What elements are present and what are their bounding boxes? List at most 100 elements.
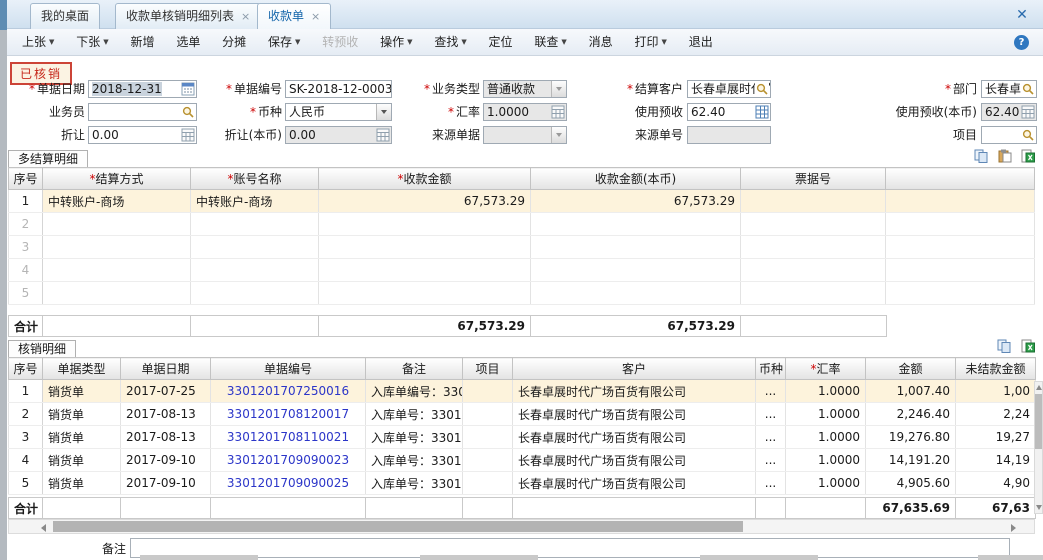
- discount-field[interactable]: 0.00: [88, 126, 197, 144]
- chevron-down-icon: ▼: [295, 38, 301, 46]
- settlement-empty-row[interactable]: 3: [8, 235, 1035, 259]
- use-advance-local-label: 使用预收(本币): [895, 105, 977, 119]
- salesman-field[interactable]: [88, 103, 197, 121]
- tab-my-desktop[interactable]: 我的桌面: [30, 3, 101, 29]
- close-icon[interactable]: ×: [311, 10, 320, 23]
- currency-label: * 币种: [249, 105, 282, 119]
- horizontal-scroll-thumb[interactable]: [53, 521, 743, 532]
- use-advance-label: 使用预收: [634, 105, 683, 119]
- chevron-down-icon[interactable]: [551, 81, 566, 97]
- writeoff-row[interactable]: 5 销货单 2017-09-10 3301201709090025 入库单号：3…: [8, 471, 1036, 495]
- department-label: * 部门: [944, 82, 977, 96]
- doc-no-field[interactable]: SK-2018-12-0003: [285, 80, 392, 98]
- discount-local-field[interactable]: 0.00: [285, 126, 392, 144]
- col-header-rate: *汇率: [785, 357, 866, 380]
- settlement-empty-row[interactable]: 2: [8, 212, 1035, 236]
- doc-no-link[interactable]: 3301201707250016: [210, 379, 366, 403]
- search-icon[interactable]: [181, 105, 195, 119]
- chevron-down-icon[interactable]: [551, 127, 566, 143]
- col-header-amount: 金额: [865, 357, 956, 380]
- col-header-bill-no: 票据号: [740, 167, 886, 190]
- exchange-rate-label: * 汇率: [447, 105, 480, 119]
- export-excel-icon[interactable]: [1020, 339, 1035, 353]
- source-doc-select[interactable]: [483, 126, 567, 144]
- currency-select[interactable]: 人民币: [285, 103, 392, 121]
- toolbar-save-button[interactable]: 保存 ▼: [259, 29, 309, 55]
- scroll-right-icon[interactable]: [1011, 524, 1016, 532]
- settlement-row[interactable]: 1 中转账户-商场 中转账户-商场 67,573.29 67,573.29: [8, 189, 1035, 213]
- writeoff-row[interactable]: 2 销货单 2017-08-13 3301201708120017 入库单号：3…: [8, 402, 1036, 426]
- toolbar-locate-button[interactable]: 定位: [480, 29, 522, 55]
- total-amount: 67,573.29: [318, 315, 531, 337]
- close-icon[interactable]: ×: [241, 10, 250, 23]
- biz-type-label: * 业务类型: [423, 82, 480, 96]
- settle-customer-field[interactable]: 长春卓展时代广场: [687, 80, 771, 98]
- toolbar-message-button[interactable]: 消息: [580, 29, 622, 55]
- tab-writeoff-detail-list[interactable]: 收款单核销明细列表 ×: [115, 3, 262, 29]
- chevron-down-icon: ▼: [407, 38, 413, 46]
- toolbar-apportion-button[interactable]: 分摊: [213, 29, 255, 55]
- doc-no-link[interactable]: 3301201708110021: [210, 425, 366, 449]
- tab-receipt-voucher[interactable]: 收款单 ×: [257, 3, 332, 29]
- doc-no-link[interactable]: 3301201709090023: [210, 448, 366, 472]
- toolbar-next-button[interactable]: 下张 ▼: [67, 29, 117, 55]
- calculator-icon[interactable]: [181, 128, 195, 142]
- vertical-scroll-thumb[interactable]: [1035, 394, 1042, 449]
- calculator-icon[interactable]: [1021, 105, 1035, 119]
- toolbar-find-button[interactable]: 查找 ▼: [425, 29, 475, 55]
- scroll-left-icon[interactable]: [41, 524, 46, 532]
- calculator-icon[interactable]: [551, 105, 565, 119]
- settlement-empty-row[interactable]: 5: [8, 281, 1035, 305]
- settlement-detail-tab[interactable]: 多结算明细: [8, 150, 89, 168]
- source-no-field[interactable]: [687, 126, 771, 144]
- writeoff-row[interactable]: 1 销货单 2017-07-25 3301201707250016 入库单编号：…: [8, 379, 1036, 403]
- remark-input[interactable]: [130, 538, 1010, 558]
- toolbar-new-button[interactable]: 新增: [121, 29, 163, 55]
- paste-icon[interactable]: [997, 149, 1012, 163]
- toolbar-exit-button[interactable]: 退出: [680, 29, 722, 55]
- search-icon[interactable]: [1021, 128, 1035, 142]
- use-advance-local-field[interactable]: 62.40: [981, 103, 1037, 121]
- calculator-icon[interactable]: [376, 128, 390, 142]
- vertical-scrollbar[interactable]: [1034, 381, 1043, 514]
- doc-date-field[interactable]: 2018-12-31: [88, 80, 197, 98]
- doc-no-link[interactable]: 3301201709090025: [210, 471, 366, 495]
- toolbar-linked-query-button[interactable]: 联查 ▼: [525, 29, 575, 55]
- toolbar-to-advance-button: 转预收: [322, 35, 359, 49]
- department-field[interactable]: 长春卓展: [981, 80, 1037, 98]
- chevron-down-icon[interactable]: [376, 104, 391, 120]
- doc-no-link[interactable]: 3301201708120017: [210, 402, 366, 426]
- horizontal-scrollbar[interactable]: [8, 519, 1035, 534]
- search-icon[interactable]: [1021, 82, 1035, 96]
- toolbar-prev-button[interactable]: 上张 ▼: [13, 29, 63, 55]
- toolbar-print-button[interactable]: 打印 ▼: [625, 29, 675, 55]
- source-doc-label: 来源单据: [431, 128, 480, 142]
- scroll-up-icon[interactable]: [1036, 385, 1042, 390]
- remark-label: 备注: [101, 542, 126, 556]
- calendar-icon[interactable]: [181, 82, 195, 96]
- search-icon[interactable]: [755, 82, 769, 96]
- clipped-button: [420, 555, 538, 560]
- biz-type-select[interactable]: 普通收款: [483, 80, 567, 98]
- toolbar-operation-button[interactable]: 操作 ▼: [371, 29, 421, 55]
- col-header-project: 项目: [462, 357, 513, 380]
- writeoff-row[interactable]: 3 销货单 2017-08-13 3301201708110021 入库单号：3…: [8, 425, 1036, 449]
- exchange-rate-field[interactable]: 1.0000: [483, 103, 567, 121]
- project-field[interactable]: [981, 126, 1037, 144]
- settlement-grid-actions: [970, 149, 1035, 164]
- copy-icon[interactable]: [997, 339, 1012, 353]
- scroll-down-icon[interactable]: [1036, 505, 1042, 510]
- copy-icon[interactable]: [974, 149, 989, 163]
- use-advance-field[interactable]: 62.40: [687, 103, 771, 121]
- grid-icon[interactable]: [755, 105, 769, 119]
- tab-bar: 我的桌面 收款单核销明细列表 × 收款单 × ✕: [7, 0, 1043, 29]
- export-excel-icon[interactable]: [1020, 149, 1035, 163]
- help-icon[interactable]: ?: [1014, 35, 1029, 50]
- writeoff-detail-tab[interactable]: 核销明细: [8, 340, 77, 358]
- window-close-icon[interactable]: ✕: [1011, 5, 1033, 25]
- settlement-empty-row[interactable]: 4: [8, 258, 1035, 282]
- writeoff-row[interactable]: 4 销货单 2017-09-10 3301201709090023 入库单号：3…: [8, 448, 1036, 472]
- col-header-doc-no: 单据编号: [210, 357, 366, 380]
- toolbar-select-doc-button[interactable]: 选单: [167, 29, 209, 55]
- total-label: 合计: [8, 497, 43, 519]
